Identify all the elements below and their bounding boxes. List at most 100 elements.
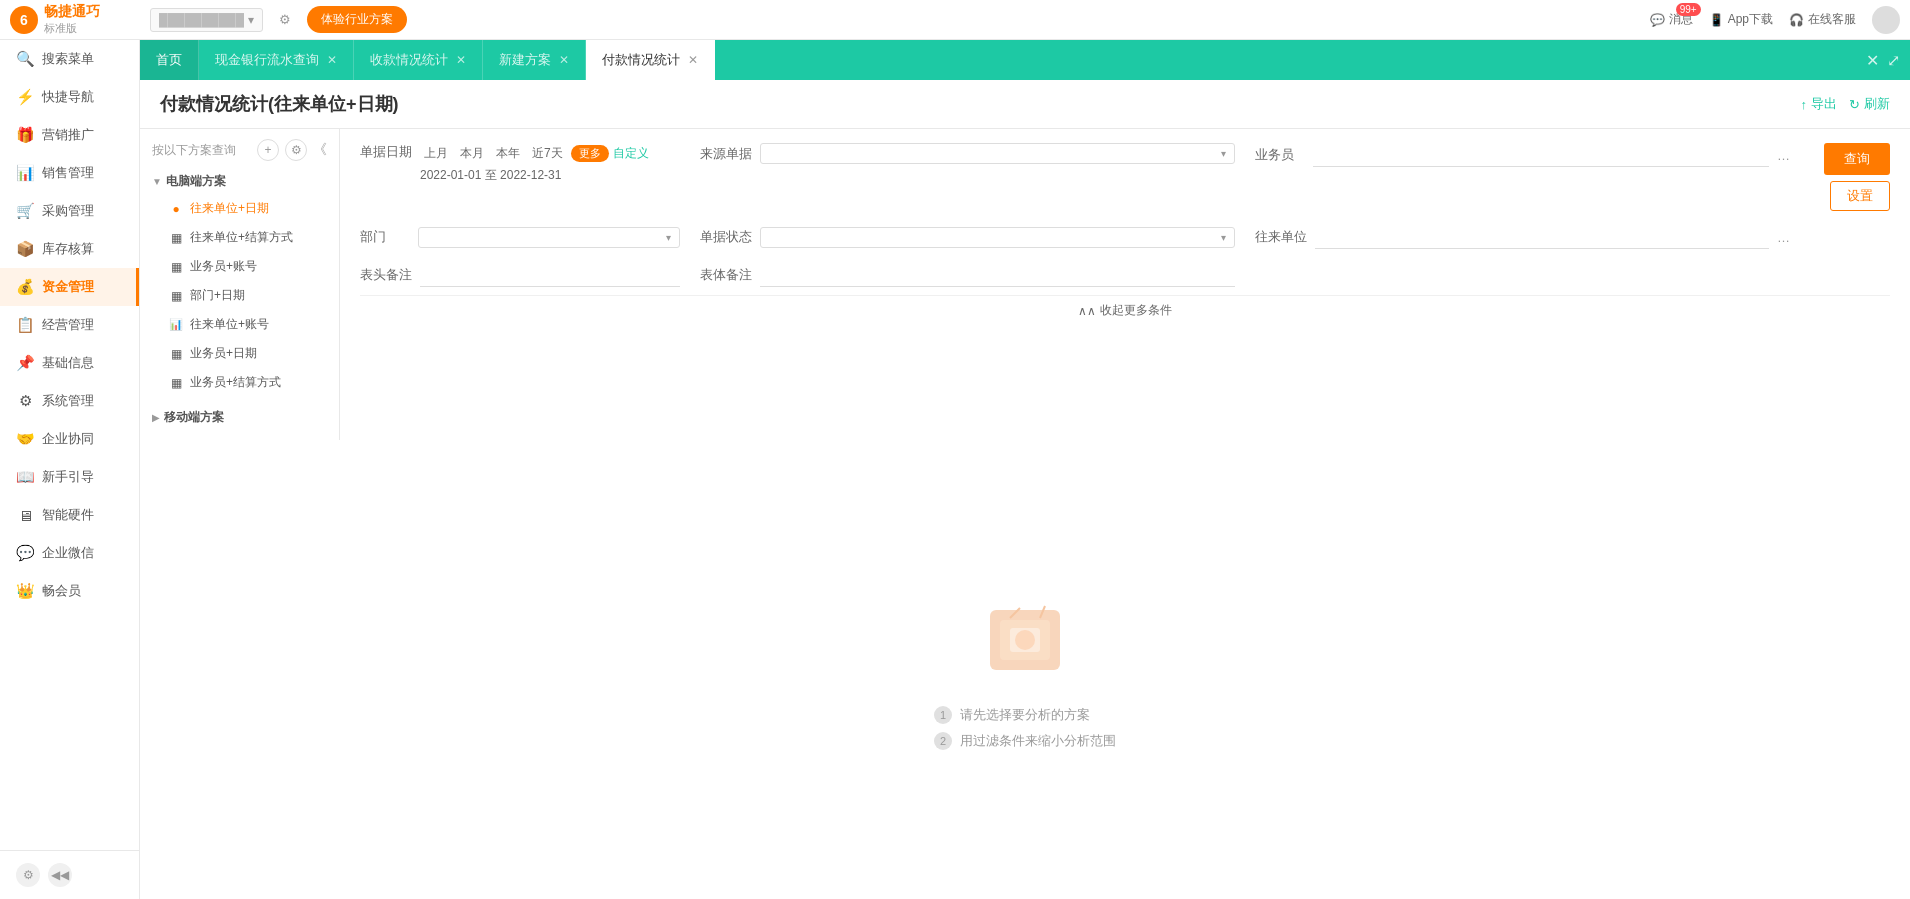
salesperson-more-icon[interactable]: … <box>1777 148 1790 163</box>
date-more-btn[interactable]: 更多 <box>571 145 609 162</box>
collapse-filter-button[interactable]: ∧∧ 收起更多条件 <box>1078 302 1172 319</box>
scheme-pc-group-header[interactable]: ▼ 电脑端方案 <box>148 169 331 194</box>
salesperson-input[interactable] <box>1313 143 1769 167</box>
info-icon: 📌 <box>16 354 34 372</box>
date-range-display: 2022-01-01 至 2022-12-31 <box>420 167 649 184</box>
tab-home[interactable]: 首页 <box>140 40 199 80</box>
refresh-button[interactable]: ↻ 刷新 <box>1849 95 1890 113</box>
sidebar-item-guide[interactable]: 📖 新手引导 <box>0 458 139 496</box>
message-icon: 💬 <box>1650 13 1665 27</box>
pc-group-arrow-icon: ▼ <box>152 176 162 187</box>
sidebar-label-hardware: 智能硬件 <box>42 506 94 524</box>
sidebar-label-nav: 快捷导航 <box>42 88 94 106</box>
close-tab-icon[interactable]: ✕ <box>1866 51 1879 70</box>
page-header: 付款情况统计(往来单位+日期) ↑ 导出 ↻ 刷新 <box>140 80 1910 129</box>
query-button[interactable]: 查询 <box>1824 143 1890 175</box>
dept-select[interactable]: ▾ <box>418 227 680 248</box>
source-select[interactable]: ▾ <box>760 143 1235 164</box>
add-scheme-icon[interactable]: + <box>257 139 279 161</box>
sidebar-item-member[interactable]: 👑 畅会员 <box>0 572 139 610</box>
sidebar-item-hardware[interactable]: 🖥 智能硬件 <box>0 496 139 534</box>
scheme-pc-group: ▼ 电脑端方案 ● 往来单位+日期 ▦ 往来单位+结算方式 ▦ 业务员+账号 <box>140 169 339 397</box>
page-title: 付款情况统计(往来单位+日期) <box>160 92 399 116</box>
scheme-item-counterparty-account[interactable]: 📊 往来单位+账号 <box>148 310 331 339</box>
date-last-month-btn[interactable]: 上月 <box>420 143 452 164</box>
search-icon: 🔍 <box>16 50 34 68</box>
headset-icon: 🎧 <box>1789 13 1804 27</box>
docstatus-select[interactable]: ▾ <box>760 227 1235 248</box>
trial-button[interactable]: 体验行业方案 <box>307 6 407 33</box>
avatar[interactable] <box>1872 6 1900 34</box>
scheme-item-label-4: 往来单位+账号 <box>190 316 269 333</box>
manage-scheme-icon[interactable]: ⚙ <box>285 139 307 161</box>
tab-actions: ✕ ⤢ <box>1856 51 1910 70</box>
top-bar-right: 💬 消息 99+ 📱 App下载 🎧 在线客服 <box>1650 6 1900 34</box>
book-icon: 📖 <box>16 468 34 486</box>
settings-bottom-icon[interactable]: ⚙ <box>16 863 40 887</box>
online-service-button[interactable]: 🎧 在线客服 <box>1789 11 1856 28</box>
body-note-input[interactable] <box>760 263 1235 287</box>
date-this-month-btn[interactable]: 本月 <box>456 143 488 164</box>
setting-button[interactable]: 设置 <box>1830 181 1890 211</box>
mobile-group-arrow-icon: ▶ <box>152 412 160 423</box>
scheme-icon-1: ▦ <box>168 230 184 246</box>
sidebar-item-purchase[interactable]: 🛒 采购管理 <box>0 192 139 230</box>
counterparty-input[interactable] <box>1315 225 1769 249</box>
date-custom-btn[interactable]: 自定义 <box>613 145 649 162</box>
collapse-sidebar-icon[interactable]: ◀◀ <box>48 863 72 887</box>
sidebar-item-wechat[interactable]: 💬 企业微信 <box>0 534 139 572</box>
company-selector[interactable]: ██████████ ▾ <box>150 8 263 32</box>
scheme-mobile-group-header[interactable]: ▶ 移动端方案 <box>148 405 331 430</box>
sidebar-item-search[interactable]: 🔍 搜索菜单 <box>0 40 139 78</box>
tab-payment[interactable]: 付款情况统计 ✕ <box>586 40 715 80</box>
tab-receivable[interactable]: 收款情况统计 ✕ <box>354 40 483 80</box>
maximize-icon[interactable]: ⤢ <box>1887 51 1900 70</box>
scheme-icon-5: ▦ <box>168 346 184 362</box>
settings-icon[interactable]: ⚙ <box>271 6 299 34</box>
scheme-item-counterparty-date[interactable]: ● 往来单位+日期 <box>148 194 331 223</box>
app-download-button[interactable]: 📱 App下载 <box>1709 11 1773 28</box>
scheme-item-counterparty-payment[interactable]: ▦ 往来单位+结算方式 <box>148 223 331 252</box>
tab-receivable-close-icon[interactable]: ✕ <box>456 53 466 67</box>
tab-cashflow-close-icon[interactable]: ✕ <box>327 53 337 67</box>
header-note-input[interactable] <box>420 263 680 287</box>
tab-cashflow[interactable]: 现金银行流水查询 ✕ <box>199 40 354 80</box>
empty-tip-2: 2 用过滤条件来缩小分析范围 <box>934 732 1116 750</box>
sidebar-label-search: 搜索菜单 <box>42 50 94 68</box>
sidebar-item-collab[interactable]: 🤝 企业协同 <box>0 420 139 458</box>
sidebar-item-marketing[interactable]: 🎁 营销推广 <box>0 116 139 154</box>
sidebar-item-sales[interactable]: 📊 销售管理 <box>0 154 139 192</box>
scheme-active-icon: ● <box>168 201 184 217</box>
sidebar: 🔍 搜索菜单 ⚡ 快捷导航 🎁 营销推广 📊 销售管理 🛒 采购管理 📦 库存核… <box>0 40 140 899</box>
sidebar-item-operations[interactable]: 📋 经营管理 <box>0 306 139 344</box>
sidebar-item-system[interactable]: ⚙ 系统管理 <box>0 382 139 420</box>
export-button[interactable]: ↑ 导出 <box>1801 95 1838 113</box>
sidebar-item-finance[interactable]: 💰 资金管理 <box>0 268 139 306</box>
dropdown-arrow-icon: ▾ <box>248 13 254 27</box>
message-button[interactable]: 💬 消息 99+ <box>1650 11 1693 28</box>
export-label: 导出 <box>1811 95 1837 113</box>
sidebar-item-inventory[interactable]: 📦 库存核算 <box>0 230 139 268</box>
scheme-item-salesperson-payment[interactable]: ▦ 业务员+结算方式 <box>148 368 331 397</box>
main-layout: 🔍 搜索菜单 ⚡ 快捷导航 🎁 营销推广 📊 销售管理 🛒 采购管理 📦 库存核… <box>0 40 1910 899</box>
tab-payment-close-icon[interactable]: ✕ <box>688 53 698 67</box>
sidebar-label-inventory: 库存核算 <box>42 240 94 258</box>
body-note-label: 表体备注 <box>700 266 752 284</box>
counterparty-more-icon[interactable]: … <box>1777 230 1790 245</box>
sidebar-item-nav[interactable]: ⚡ 快捷导航 <box>0 78 139 116</box>
scheme-icon-2: ▦ <box>168 259 184 275</box>
scheme-header-actions: + ⚙ 《 <box>257 139 327 161</box>
scheme-item-salesperson-account[interactable]: ▦ 业务员+账号 <box>148 252 331 281</box>
date-7days-btn[interactable]: 近7天 <box>528 143 567 164</box>
sidebar-item-basic[interactable]: 📌 基础信息 <box>0 344 139 382</box>
tab-new-scheme[interactable]: 新建方案 ✕ <box>483 40 586 80</box>
scheme-item-dept-date[interactable]: ▦ 部门+日期 <box>148 281 331 310</box>
collapse-scheme-icon[interactable]: 《 <box>313 141 327 159</box>
tip-num-1: 1 <box>934 706 952 724</box>
date-this-year-btn[interactable]: 本年 <box>492 143 524 164</box>
scheme-item-label-3: 部门+日期 <box>190 287 245 304</box>
scheme-item-salesperson-date[interactable]: ▦ 业务员+日期 <box>148 339 331 368</box>
docstatus-filter-label: 单据状态 <box>700 228 752 246</box>
tab-home-label: 首页 <box>156 51 182 69</box>
tab-new-scheme-close-icon[interactable]: ✕ <box>559 53 569 67</box>
